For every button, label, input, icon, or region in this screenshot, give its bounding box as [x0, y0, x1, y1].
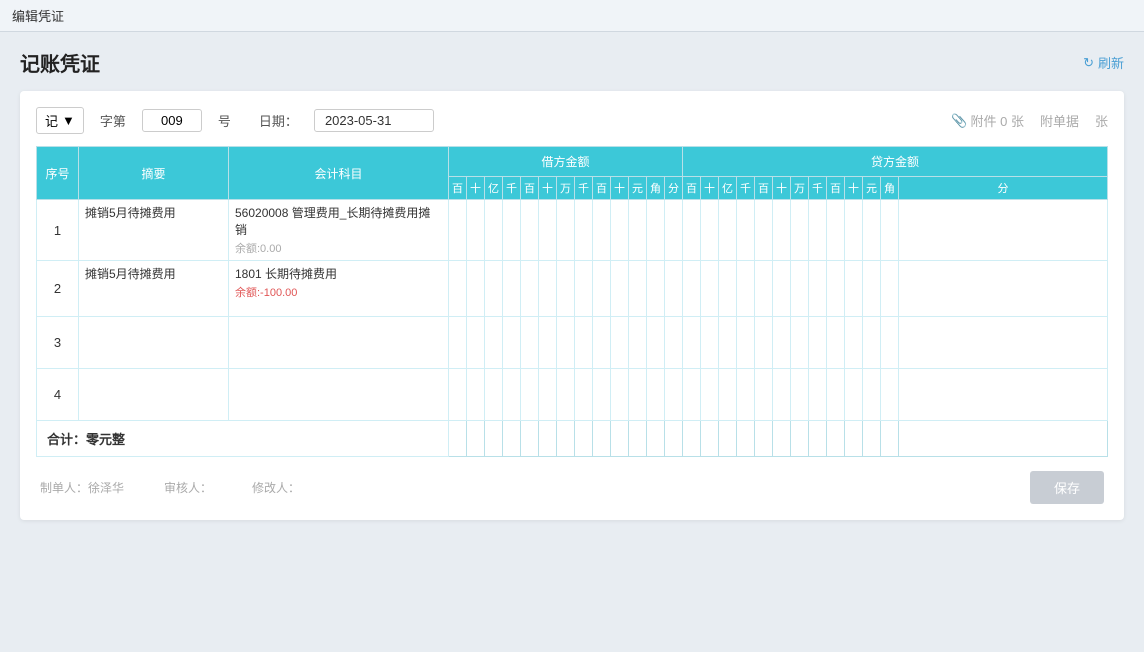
main-container: 记账凭证 ↻ 刷新 记 ▼ 字第 号 日期： 📎 附件 0 张 [0, 32, 1144, 652]
summary-cell[interactable]: 摊销5月待摊费用 [79, 261, 229, 317]
debit-char-13: 分 [665, 177, 683, 200]
modifier-label: 修改人： [252, 479, 300, 496]
total-label: 合计：零元整 [37, 421, 449, 457]
credit-char-8: 千 [809, 177, 827, 200]
debit-char-5: 百 [521, 177, 539, 200]
col-header-seq: 序号 [37, 147, 79, 200]
table-row: 2 摊销5月待摊费用 1801 长期待摊费用 余额:-100.00 [37, 261, 1108, 317]
page-title: 记账凭证 [20, 48, 100, 77]
attach-count-label: 附件 0 张 [971, 111, 1024, 130]
reviewer-label: 审核人： [164, 479, 212, 496]
credit-char-3: 亿 [719, 177, 737, 200]
date-input[interactable] [314, 109, 434, 132]
paperclip-icon: 📎 [951, 113, 967, 129]
zi-input[interactable] [142, 109, 202, 132]
title-bar-label: 编辑凭证 [12, 9, 64, 24]
balance-text: 余额:0.00 [235, 240, 442, 256]
table-container: 序号 摘要 会计科目 借方金额 贷方金额 百 十 亿 千 百 十 万 [36, 146, 1108, 457]
attach-count-link[interactable]: 📎 附件 0 张 [951, 111, 1024, 130]
seq-cell: 3 [37, 317, 79, 369]
voucher-card: 记 ▼ 字第 号 日期： 📎 附件 0 张 附单据 张 [20, 91, 1124, 520]
debit-char-12: 角 [647, 177, 665, 200]
voucher-table: 序号 摘要 会计科目 借方金额 贷方金额 百 十 亿 千 百 十 万 [36, 146, 1108, 457]
table-row: 4 [37, 369, 1108, 421]
account-cell[interactable]: 56020008 管理费用_长期待摊费用摊销 余额:0.00 [229, 200, 449, 261]
footer-row: 制单人：徐泽华 审核人： 修改人： 保存 [36, 471, 1108, 504]
total-row: 合计：零元整 [37, 421, 1108, 457]
title-bar: 编辑凭证 [0, 0, 1144, 32]
col-header-summary: 摘要 [79, 147, 229, 200]
refresh-button[interactable]: ↻ 刷新 [1083, 53, 1124, 72]
balance-text: 余额:-100.00 [235, 284, 442, 300]
seq-cell: 1 [37, 200, 79, 261]
summary-cell[interactable] [79, 317, 229, 369]
hao-label: 号 [218, 111, 231, 130]
col-header-account: 会计科目 [229, 147, 449, 200]
debit-char-3: 亿 [485, 177, 503, 200]
refresh-icon: ↻ [1083, 55, 1094, 71]
ji-select-wrap: 记 ▼ [36, 107, 84, 134]
seq-cell: 2 [37, 261, 79, 317]
debit-char-1: 百 [449, 177, 467, 200]
voucher-form-row: 记 ▼ 字第 号 日期： 📎 附件 0 张 附单据 张 [36, 107, 1108, 134]
ji-chevron-icon: ▼ [62, 113, 75, 128]
col-header-debit: 借方金额 [449, 147, 683, 177]
col-header-credit: 贷方金额 [683, 147, 1108, 177]
credit-char-9: 百 [827, 177, 845, 200]
account-cell[interactable]: 1801 长期待摊费用 余额:-100.00 [229, 261, 449, 317]
summary-cell[interactable] [79, 369, 229, 421]
credit-char-2: 十 [701, 177, 719, 200]
ji-value: 记 [45, 111, 58, 130]
account-cell[interactable] [229, 317, 449, 369]
debit-char-4: 千 [503, 177, 521, 200]
credit-char-7: 万 [791, 177, 809, 200]
debit-char-11: 元 [629, 177, 647, 200]
debit-char-9: 百 [593, 177, 611, 200]
refresh-label: 刷新 [1098, 53, 1124, 72]
debit-char-10: 十 [611, 177, 629, 200]
table-row: 1 摊销5月待摊费用 56020008 管理费用_长期待摊费用摊销 余额:0.0… [37, 200, 1108, 261]
credit-char-1: 百 [683, 177, 701, 200]
table-row: 3 [37, 317, 1108, 369]
debit-char-7: 万 [557, 177, 575, 200]
summary-cell[interactable]: 摊销5月待摊费用 [79, 200, 229, 261]
zhang-label: 张 [1095, 111, 1108, 130]
credit-char-4: 千 [737, 177, 755, 200]
debit-char-2: 十 [467, 177, 485, 200]
footer-info: 制单人：徐泽华 审核人： 修改人： [40, 479, 300, 496]
creator-label: 制单人：徐泽华 [40, 479, 124, 496]
debit-char-6: 十 [539, 177, 557, 200]
attach-single-label: 附单据 [1040, 111, 1079, 130]
credit-char-5: 百 [755, 177, 773, 200]
credit-char-10: 十 [845, 177, 863, 200]
table-header-row-1: 序号 摘要 会计科目 借方金额 贷方金额 [37, 147, 1108, 177]
zi-label: 字第 [100, 111, 126, 130]
attachments-area: 📎 附件 0 张 附单据 张 [951, 111, 1108, 130]
credit-char-13: 分 [899, 177, 1108, 200]
debit-char-8: 千 [575, 177, 593, 200]
page-header: 记账凭证 ↻ 刷新 [20, 48, 1124, 77]
date-label: 日期： [259, 111, 298, 130]
credit-char-6: 十 [773, 177, 791, 200]
save-button[interactable]: 保存 [1030, 471, 1104, 504]
ji-select[interactable]: 记 ▼ [36, 107, 84, 134]
credit-char-12: 角 [881, 177, 899, 200]
account-cell[interactable] [229, 369, 449, 421]
credit-char-11: 元 [863, 177, 881, 200]
seq-cell: 4 [37, 369, 79, 421]
